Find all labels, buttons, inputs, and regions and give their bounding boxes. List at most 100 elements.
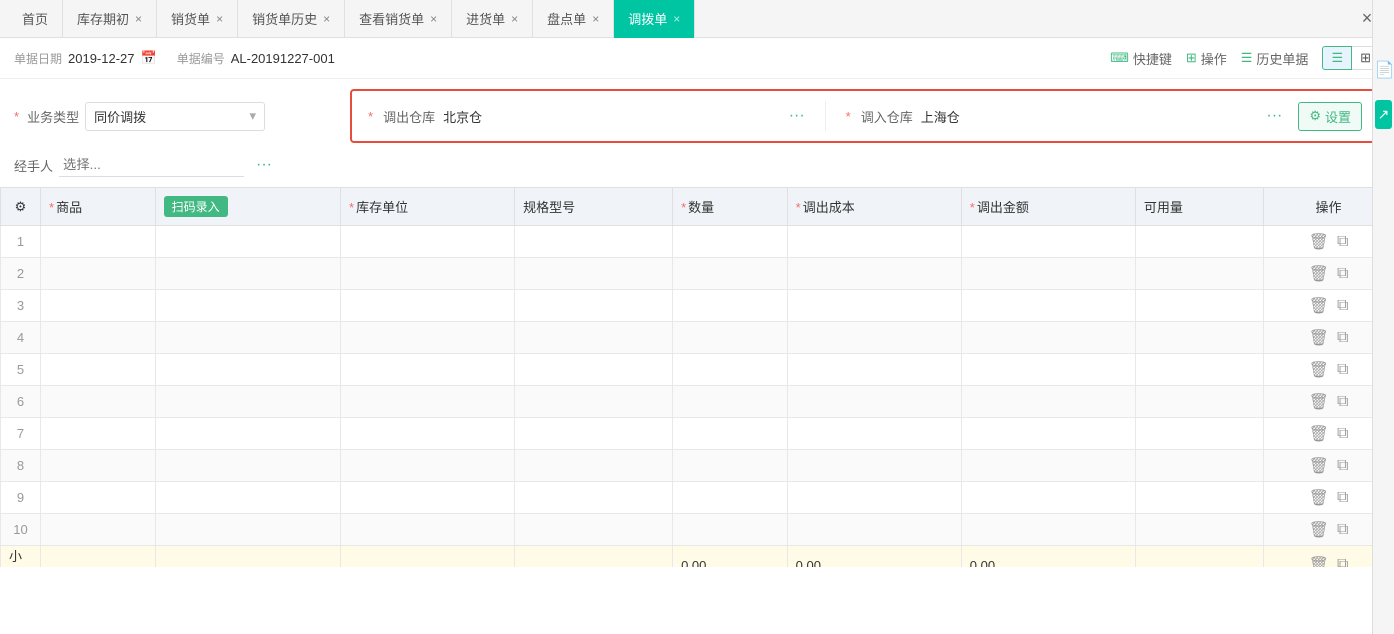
- tab-sales-history[interactable]: 销货单历史 ×: [238, 0, 345, 38]
- copy-icon[interactable]: ⧉: [1337, 265, 1348, 283]
- tab-sales[interactable]: 销货单 ×: [157, 0, 238, 38]
- cell-qty[interactable]: [673, 418, 788, 450]
- tab-transfer[interactable]: 调拨单 ×: [614, 0, 695, 38]
- cell-cost[interactable]: [787, 386, 961, 418]
- cell-amount[interactable]: [961, 386, 1135, 418]
- tab-close-sales[interactable]: ×: [216, 12, 223, 26]
- cell-spec[interactable]: [515, 386, 673, 418]
- cell-qty[interactable]: [673, 386, 788, 418]
- cell-spec[interactable]: [515, 226, 673, 258]
- cell-unit[interactable]: [341, 226, 515, 258]
- cell-unit[interactable]: [341, 418, 515, 450]
- cell-amount[interactable]: [961, 514, 1135, 546]
- cell-cost[interactable]: [787, 290, 961, 322]
- delete-icon[interactable]: 🗑: [1309, 360, 1329, 380]
- copy-icon[interactable]: ⧉: [1337, 297, 1348, 315]
- delete-icon[interactable]: 🗑: [1309, 456, 1329, 476]
- cell-spec[interactable]: [515, 322, 673, 354]
- cell-amount[interactable]: [961, 450, 1135, 482]
- th-scan[interactable]: 扫码录入: [155, 188, 340, 226]
- tab-close-inventory-init[interactable]: ×: [135, 12, 142, 26]
- cell-cost[interactable]: [787, 322, 961, 354]
- business-type-select[interactable]: 同价调拨 ▾: [85, 102, 265, 131]
- delete-icon[interactable]: 🗑: [1309, 488, 1329, 508]
- cell-amount[interactable]: [961, 258, 1135, 290]
- cell-cost[interactable]: [787, 514, 961, 546]
- cell-product[interactable]: [41, 546, 156, 568]
- cell-product[interactable]: [41, 482, 156, 514]
- tab-close-purchase[interactable]: ×: [511, 12, 518, 26]
- cell-cost[interactable]: [787, 226, 961, 258]
- tab-close-inventory[interactable]: ×: [592, 12, 599, 26]
- cell-spec[interactable]: [515, 290, 673, 322]
- tab-close-transfer[interactable]: ×: [673, 12, 680, 26]
- delete-icon[interactable]: 🗑: [1309, 424, 1329, 444]
- calendar-icon[interactable]: 📅: [141, 50, 157, 66]
- copy-icon[interactable]: ⧉: [1337, 233, 1348, 251]
- copy-icon[interactable]: ⧉: [1337, 489, 1348, 507]
- cell-spec[interactable]: [515, 450, 673, 482]
- scan-button[interactable]: 扫码录入: [164, 196, 228, 217]
- transfer-out-more-icon[interactable]: ···: [789, 107, 805, 125]
- delete-icon[interactable]: 🗑: [1309, 264, 1329, 284]
- delete-icon[interactable]: 🗑: [1309, 555, 1329, 567]
- copy-icon[interactable]: ⧉: [1337, 457, 1348, 475]
- copy-icon[interactable]: ⧉: [1337, 393, 1348, 411]
- cell-spec[interactable]: [515, 258, 673, 290]
- tab-inventory-init[interactable]: 库存期初 ×: [63, 0, 157, 38]
- cell-cost[interactable]: [787, 418, 961, 450]
- operations-button[interactable]: ⊞ 操作: [1186, 49, 1227, 68]
- cell-unit[interactable]: [341, 354, 515, 386]
- cell-unit[interactable]: [341, 386, 515, 418]
- cell-cost[interactable]: 0.00: [787, 546, 961, 568]
- cell-unit[interactable]: [341, 546, 515, 568]
- sidebar-expand-icon[interactable]: ↗: [1375, 100, 1393, 129]
- cell-qty[interactable]: [673, 354, 788, 386]
- settings-button[interactable]: ⚙ 设置: [1298, 102, 1362, 131]
- cell-product[interactable]: [41, 450, 156, 482]
- shortcuts-button[interactable]: ⌨ 快捷键: [1110, 49, 1172, 68]
- handler-input[interactable]: [59, 153, 244, 177]
- cell-spec[interactable]: [515, 514, 673, 546]
- cell-qty[interactable]: [673, 290, 788, 322]
- cell-amount[interactable]: [961, 322, 1135, 354]
- cell-cost[interactable]: [787, 354, 961, 386]
- cell-unit[interactable]: [341, 290, 515, 322]
- tab-home[interactable]: 首页: [8, 0, 63, 38]
- delete-icon[interactable]: 🗑: [1309, 520, 1329, 540]
- cell-unit[interactable]: [341, 258, 515, 290]
- tab-purchase[interactable]: 进货单 ×: [452, 0, 533, 38]
- delete-icon[interactable]: 🗑: [1309, 296, 1329, 316]
- cell-unit[interactable]: [341, 514, 515, 546]
- cell-product[interactable]: [41, 354, 156, 386]
- cell-amount[interactable]: 0.00: [961, 546, 1135, 568]
- copy-icon[interactable]: ⧉: [1337, 361, 1348, 379]
- history-button[interactable]: ☰ 历史单据: [1241, 49, 1309, 68]
- cell-cost[interactable]: [787, 450, 961, 482]
- handler-more-icon[interactable]: ···: [256, 156, 272, 174]
- cell-product[interactable]: [41, 322, 156, 354]
- copy-icon[interactable]: ⧉: [1337, 329, 1348, 347]
- cell-amount[interactable]: [961, 354, 1135, 386]
- cell-spec[interactable]: [515, 418, 673, 450]
- cell-qty[interactable]: [673, 514, 788, 546]
- tab-inventory[interactable]: 盘点单 ×: [533, 0, 614, 38]
- cell-cost[interactable]: [787, 482, 961, 514]
- cell-unit[interactable]: [341, 450, 515, 482]
- cell-product[interactable]: [41, 386, 156, 418]
- cell-amount[interactable]: [961, 418, 1135, 450]
- cell-qty[interactable]: [673, 226, 788, 258]
- delete-icon[interactable]: 🗑: [1309, 392, 1329, 412]
- delete-icon[interactable]: 🗑: [1309, 232, 1329, 252]
- cell-product[interactable]: [41, 514, 156, 546]
- delete-icon[interactable]: 🗑: [1309, 328, 1329, 348]
- copy-icon[interactable]: ⧉: [1337, 556, 1348, 567]
- cell-unit[interactable]: [341, 322, 515, 354]
- list-view-button[interactable]: ☰: [1322, 46, 1352, 70]
- tab-view-sales[interactable]: 查看销货单 ×: [345, 0, 452, 38]
- tab-close-view-sales[interactable]: ×: [430, 12, 437, 26]
- cell-qty[interactable]: 0.00: [673, 546, 788, 568]
- table-settings-header[interactable]: ⚙: [1, 188, 41, 226]
- cell-cost[interactable]: [787, 258, 961, 290]
- cell-product[interactable]: [41, 290, 156, 322]
